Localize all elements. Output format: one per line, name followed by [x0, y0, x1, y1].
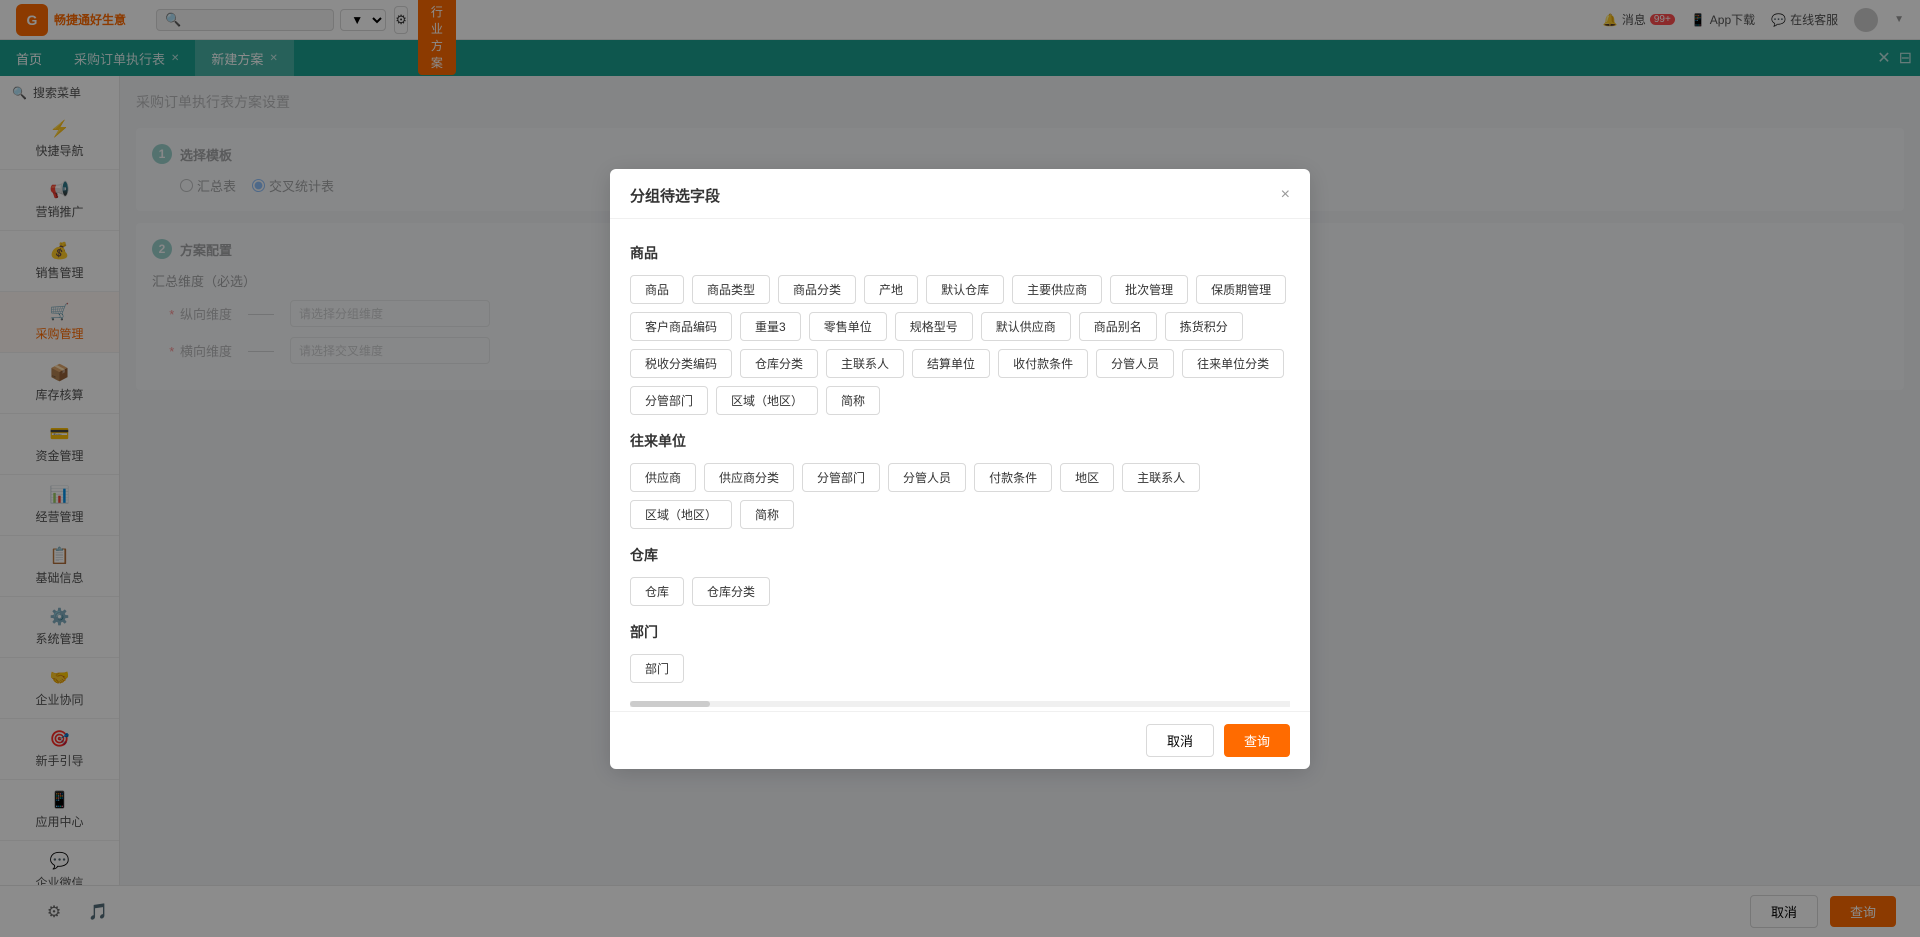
chip-product-24[interactable]: 简称: [826, 386, 880, 415]
chip-partner-7[interactable]: 区域（地区）: [630, 500, 732, 529]
modal-body: 商品 商品 商品类型 商品分类 产地 默认仓库 主要供应商 批次管理 保质期管理…: [610, 219, 1310, 701]
chip-product-4[interactable]: 默认仓库: [926, 275, 1004, 304]
chip-product-18[interactable]: 结算单位: [912, 349, 990, 378]
chip-product-13[interactable]: 商品别名: [1079, 312, 1157, 341]
chip-product-5[interactable]: 主要供应商: [1012, 275, 1102, 304]
group-title-department: 部门: [630, 622, 1290, 642]
field-chips-department: 部门: [630, 654, 1290, 683]
chip-product-20[interactable]: 分管人员: [1096, 349, 1174, 378]
chip-product-8[interactable]: 客户商品编码: [630, 312, 732, 341]
chip-partner-8[interactable]: 简称: [740, 500, 794, 529]
chip-partner-4[interactable]: 付款条件: [974, 463, 1052, 492]
chip-product-0[interactable]: 商品: [630, 275, 684, 304]
chip-partner-1[interactable]: 供应商分类: [704, 463, 794, 492]
chip-product-16[interactable]: 仓库分类: [740, 349, 818, 378]
group-title-product: 商品: [630, 243, 1290, 263]
group-title-partner: 往来单位: [630, 431, 1290, 451]
chip-partner-5[interactable]: 地区: [1060, 463, 1114, 492]
chip-partner-2[interactable]: 分管部门: [802, 463, 880, 492]
chip-warehouse-1[interactable]: 仓库分类: [692, 577, 770, 606]
chip-product-10[interactable]: 零售单位: [809, 312, 887, 341]
chip-product-14[interactable]: 拣货积分: [1165, 312, 1243, 341]
chip-product-2[interactable]: 商品分类: [778, 275, 856, 304]
chip-product-6[interactable]: 批次管理: [1110, 275, 1188, 304]
field-chips-partner: 供应商 供应商分类 分管部门 分管人员 付款条件 地区 主联系人 区域（地区） …: [630, 463, 1290, 529]
chip-product-17[interactable]: 主联系人: [826, 349, 904, 378]
chip-product-9[interactable]: 重量3: [740, 312, 801, 341]
chip-product-7[interactable]: 保质期管理: [1196, 275, 1286, 304]
modal-overlay: 分组待选字段 × 商品 商品 商品类型 商品分类 产地 默认仓库 主要供应商 批…: [0, 0, 1920, 937]
chip-product-15[interactable]: 税收分类编码: [630, 349, 732, 378]
modal-header: 分组待选字段 ×: [610, 169, 1310, 219]
modal-close-button[interactable]: ×: [1281, 186, 1290, 204]
chip-warehouse-0[interactable]: 仓库: [630, 577, 684, 606]
chip-partner-3[interactable]: 分管人员: [888, 463, 966, 492]
chip-product-3[interactable]: 产地: [864, 275, 918, 304]
chip-department-0[interactable]: 部门: [630, 654, 684, 683]
chip-product-12[interactable]: 默认供应商: [981, 312, 1071, 341]
group-title-warehouse: 仓库: [630, 545, 1290, 565]
modal-confirm-button[interactable]: 查询: [1224, 724, 1290, 757]
modal-footer: 取消 查询: [610, 711, 1310, 769]
chip-product-1[interactable]: 商品类型: [692, 275, 770, 304]
modal-hscroll[interactable]: [630, 701, 1290, 707]
chip-partner-0[interactable]: 供应商: [630, 463, 696, 492]
chip-product-23[interactable]: 区域（地区）: [716, 386, 818, 415]
chip-product-21[interactable]: 往来单位分类: [1182, 349, 1284, 378]
chip-partner-6[interactable]: 主联系人: [1122, 463, 1200, 492]
field-chips-product: 商品 商品类型 商品分类 产地 默认仓库 主要供应商 批次管理 保质期管理 客户…: [630, 275, 1290, 415]
chip-product-11[interactable]: 规格型号: [895, 312, 973, 341]
chip-product-19[interactable]: 收付款条件: [998, 349, 1088, 378]
modal-cancel-button[interactable]: 取消: [1146, 724, 1214, 757]
modal-title: 分组待选字段: [630, 185, 720, 206]
chip-product-22[interactable]: 分管部门: [630, 386, 708, 415]
field-select-modal: 分组待选字段 × 商品 商品 商品类型 商品分类 产地 默认仓库 主要供应商 批…: [610, 169, 1310, 769]
field-chips-warehouse: 仓库 仓库分类: [630, 577, 1290, 606]
